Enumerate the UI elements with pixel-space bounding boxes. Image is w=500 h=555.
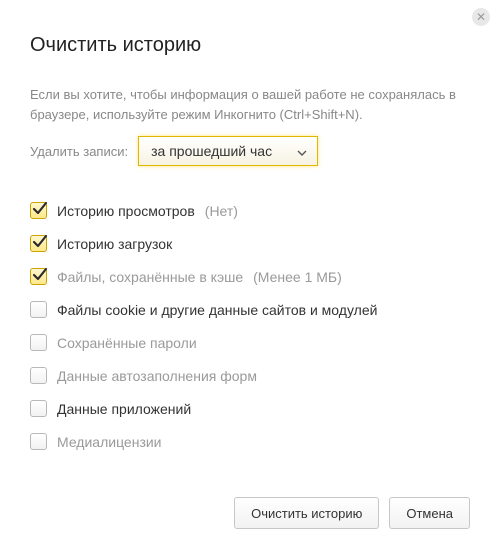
clear-history-dialog: Очистить историю Если вы хотите, чтобы и… [0,0,500,488]
checkbox[interactable] [30,235,47,252]
option-row[interactable]: Историю просмотров (Нет) [30,194,470,227]
close-icon[interactable]: ✕ [472,8,490,26]
checkbox[interactable] [30,400,47,417]
option-label: Историю загрузок [57,236,172,252]
option-row[interactable]: Файлы cookie и другие данные сайтов и мо… [30,293,470,326]
option-row[interactable]: Данные автозаполнения форм [30,359,470,392]
clear-history-button[interactable]: Очистить историю [234,497,379,529]
checkbox[interactable] [30,268,47,285]
checkbox[interactable] [30,334,47,351]
option-row[interactable]: Историю загрузок [30,227,470,260]
option-label: Файлы, сохранённые в кэше [57,269,243,285]
option-label: Сохранённые пароли [57,335,197,351]
options-list: Историю просмотров (Нет) Историю загрузок… [30,194,470,458]
option-label: Медиалицензии [57,434,162,450]
time-range-select[interactable]: за прошедший час [138,136,318,166]
checkbox[interactable] [30,301,47,318]
option-label: Файлы cookie и другие данные сайтов и мо… [57,302,377,318]
time-range-row: Удалить записи: за прошедший час [30,136,470,166]
time-range-value: за прошедший час [151,143,272,159]
option-row[interactable]: Файлы, сохранённые в кэше (Менее 1 МБ) [30,260,470,293]
option-label: Историю просмотров [57,203,195,219]
option-row[interactable]: Сохранённые пароли [30,326,470,359]
dialog-footer: Очистить историю Отмена [234,497,470,529]
time-range-label: Удалить записи: [30,144,128,159]
option-label: Данные приложений [57,401,191,417]
cancel-button[interactable]: Отмена [389,497,470,529]
option-row[interactable]: Медиалицензии [30,425,470,458]
dialog-title: Очистить историю [30,34,470,57]
dialog-description: Если вы хотите, чтобы информация о вашей… [30,85,470,124]
option-row[interactable]: Данные приложений [30,392,470,425]
chevron-down-icon [297,143,307,159]
checkbox[interactable] [30,433,47,450]
checkbox[interactable] [30,367,47,384]
option-hint: (Менее 1 МБ) [253,269,342,285]
checkbox[interactable] [30,202,47,219]
option-hint: (Нет) [205,203,238,219]
option-label: Данные автозаполнения форм [57,368,257,384]
